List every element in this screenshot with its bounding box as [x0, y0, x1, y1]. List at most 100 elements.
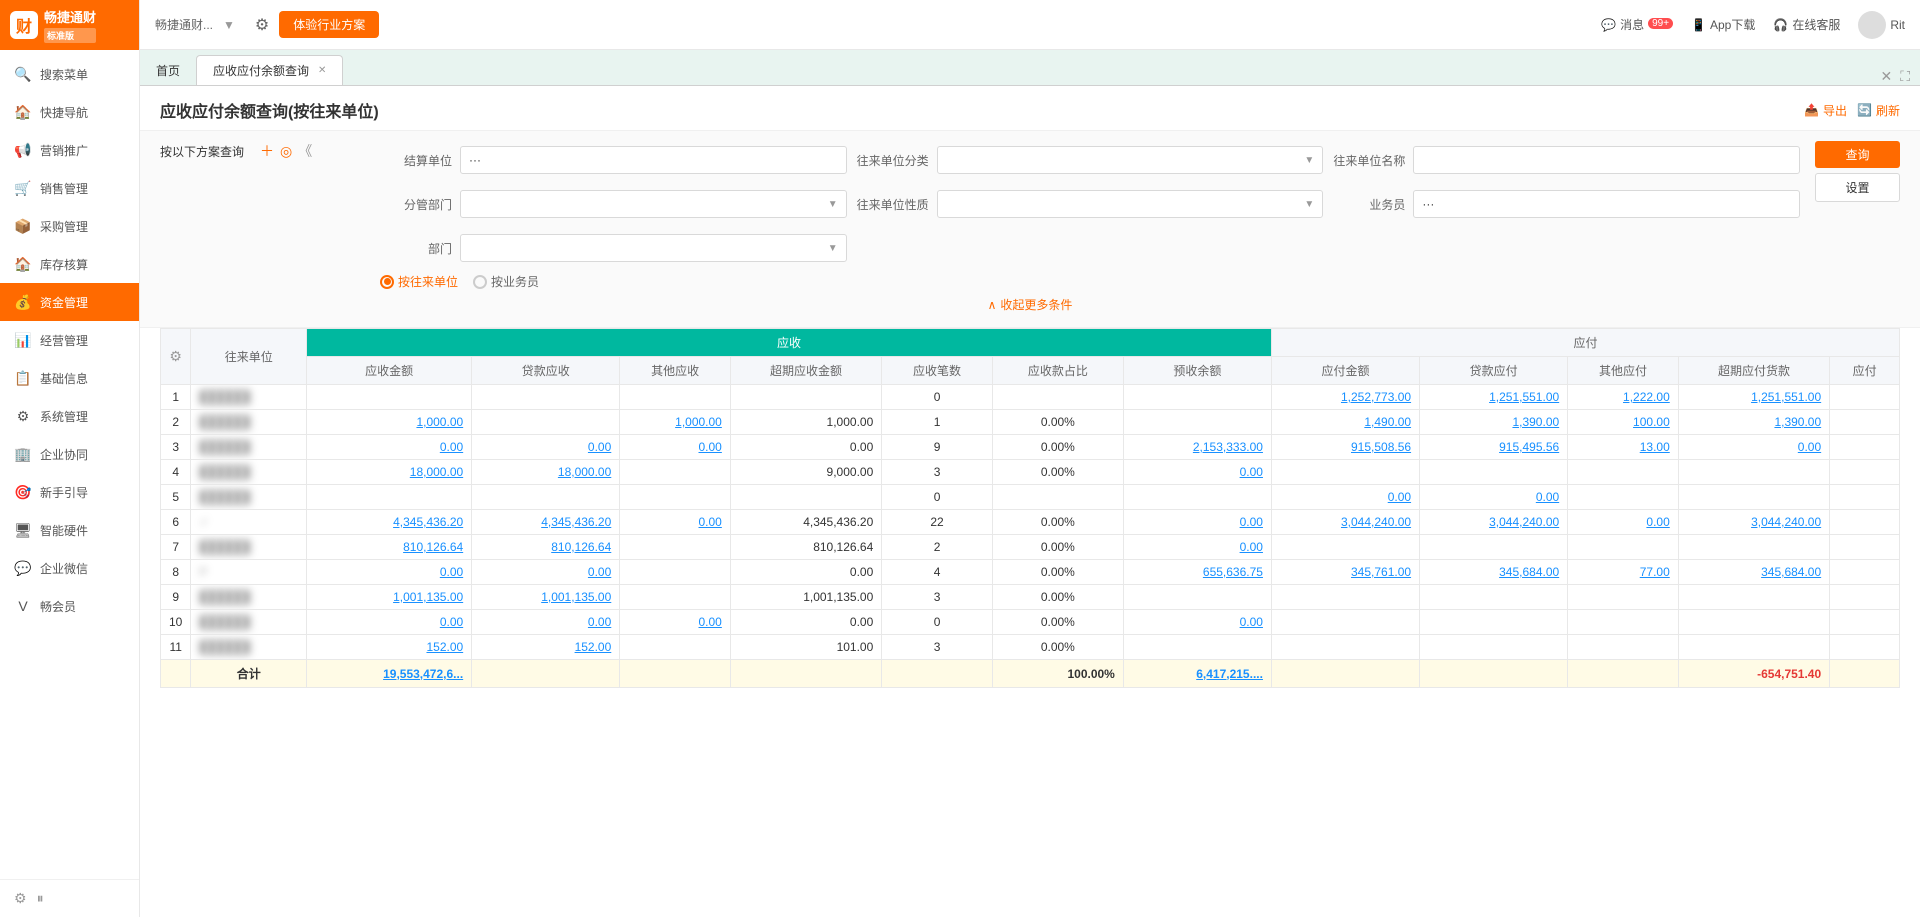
sales-icon: 🛒: [14, 179, 32, 197]
tab-home[interactable]: 首页: [140, 55, 196, 85]
col-ap-overdue: 超期应付货款: [1678, 357, 1829, 385]
tab-maximize-icon[interactable]: ⛶: [1900, 68, 1910, 85]
total-ap-overdue: -654,751.40: [1678, 660, 1829, 688]
tab-close-window-icon[interactable]: ✕: [1880, 68, 1892, 85]
member-icon: V: [14, 597, 32, 615]
app-label: App下载: [1710, 16, 1755, 33]
partner-name-field: 往来单位名称: [1333, 141, 1800, 179]
partner-nature-input[interactable]: ▼: [937, 190, 1324, 218]
base-info-icon: 📋: [14, 369, 32, 387]
topbar-actions: ⚙ 体验行业方案: [255, 11, 379, 38]
sidebar-label-hardware: 智能硬件: [40, 522, 88, 539]
message-btn[interactable]: 💬 消息 99+: [1601, 16, 1673, 33]
sidebar-item-system[interactable]: ⚙系统管理: [0, 397, 139, 435]
service-icon: 🎧: [1773, 18, 1788, 32]
sidebar-item-member[interactable]: V畅会员: [0, 587, 139, 625]
filter-by-partner[interactable]: 按往来单位: [380, 271, 458, 292]
salesperson-input[interactable]: ···: [1413, 190, 1800, 218]
app-download-btn[interactable]: 📱 App下载: [1691, 16, 1755, 33]
sidebar-item-weixin[interactable]: 💬企业微信: [0, 549, 139, 587]
sidebar-item-guide[interactable]: 🎯新手引导: [0, 473, 139, 511]
sidebar-item-base-info[interactable]: 📋基础信息: [0, 359, 139, 397]
table-row: 4██████18,000.0018,000.009,000.0030.00%0…: [161, 460, 1900, 485]
table-row: 9██████1,001,135.001,001,135.001,001,135…: [161, 585, 1900, 610]
sidebar-label-finance: 资金管理: [40, 294, 88, 311]
export-btn[interactable]: 📤 导出: [1804, 102, 1847, 119]
sidebar-item-enterprise[interactable]: 🏢企业协同: [0, 435, 139, 473]
sidebar-item-marketing[interactable]: 📢营销推广: [0, 131, 139, 169]
col-ap-group: 应付: [1271, 329, 1899, 357]
col-partner-header: 往来单位: [191, 329, 307, 385]
trial-btn[interactable]: 体验行业方案: [279, 11, 379, 38]
table-row: 2██████1,000.001,000.001,000.0010.00%1,4…: [161, 410, 1900, 435]
query-btn[interactable]: 查询: [1815, 141, 1900, 168]
table-row: 10██████0.000.000.000.0000.00%0.00: [161, 610, 1900, 635]
refresh-btn[interactable]: 🔄 刷新: [1857, 102, 1900, 119]
main-content: 畅捷通财... ▼ ⚙ 体验行业方案 💬 消息 99+ 📱 App下载 🎧 在: [140, 0, 1920, 917]
sidebar-item-sales[interactable]: 🛒销售管理: [0, 169, 139, 207]
jiesuan-unit-input[interactable]: ···: [460, 146, 847, 174]
total-ar-ratio: 100.00%: [992, 660, 1123, 688]
sidebar-settings-btn[interactable]: ⚙: [14, 890, 27, 907]
tab-home-label: 首页: [156, 62, 180, 79]
sidebar-item-operations[interactable]: 📊经营管理: [0, 321, 139, 359]
sidebar-footer: ⚙ ⏸: [0, 879, 139, 917]
total-ar-amount[interactable]: 19,553,472,6...: [307, 660, 472, 688]
message-badge: 99+: [1648, 18, 1673, 29]
sidebar-label-enterprise: 企业协同: [40, 446, 88, 463]
total-prepay[interactable]: 6,417,215....: [1123, 660, 1271, 688]
add-filter-btn[interactable]: ＋: [260, 141, 274, 161]
collapse-btn[interactable]: ∧ 收起更多条件: [988, 296, 1073, 313]
collapse-filter-btn[interactable]: 《: [298, 141, 312, 161]
partner-name-input[interactable]: [1413, 146, 1800, 174]
page-header-actions: 📤 导出 🔄 刷新: [1804, 102, 1900, 119]
inventory-icon: 🏠: [14, 255, 32, 273]
settings-btn[interactable]: 设置: [1815, 173, 1900, 202]
sidebar-label-system: 系统管理: [40, 408, 88, 425]
sidebar-item-inventory[interactable]: 🏠 库存核算: [0, 245, 139, 283]
tab-ar-ap-close[interactable]: ✕: [318, 65, 326, 76]
hardware-icon: 🖥: [14, 521, 32, 539]
total-label-empty: [161, 660, 191, 688]
sidebar-item-quick-nav[interactable]: 🏠 快捷导航: [0, 93, 139, 131]
message-icon: 💬: [1601, 18, 1616, 32]
topbar-dropdown-icon[interactable]: ▼: [223, 18, 235, 32]
col-ar-ratio: 应收款占比: [992, 357, 1123, 385]
sidebar-collapse-btn[interactable]: ⏸: [37, 890, 44, 907]
data-table: ⚙ 往来单位 应收 应付 应收金额 贷款应收 其他应收 超期应收金额 应收笔数: [160, 328, 1900, 688]
filter-partner-label: 按往来单位: [398, 273, 458, 290]
sidebar-label-inventory: 库存核算: [40, 256, 88, 273]
sidebar-item-search-menu[interactable]: 🔍搜索菜单: [0, 55, 139, 93]
fenguan-dept-input[interactable]: ▼: [460, 190, 847, 218]
logo-icon: 财: [10, 11, 38, 39]
col-ar-group: 应收: [307, 329, 1272, 357]
sidebar-label-quick-nav: 快捷导航: [40, 104, 88, 121]
col-prepay: 预收余额: [1123, 357, 1271, 385]
col-ap-last: 应付: [1830, 357, 1900, 385]
sidebar-item-purchase[interactable]: 📦采购管理: [0, 207, 139, 245]
col-ap-amount: 应付金额: [1271, 357, 1419, 385]
table-row: 6✓4,345,436.204,345,436.200.004,345,436.…: [161, 510, 1900, 535]
logo-text: 畅捷通财: [44, 7, 96, 26]
dept-input[interactable]: ▼: [460, 234, 847, 262]
topbar-gear-icon[interactable]: ⚙: [255, 15, 269, 35]
sidebar-item-hardware[interactable]: 🖥 智能硬件: [0, 511, 139, 549]
user-area[interactable]: Rit: [1858, 11, 1905, 39]
user-avatar: [1858, 11, 1886, 39]
quick-nav-icon: 🏠: [14, 103, 32, 121]
table-row: 1██████01,252,773.001,251,551.001,222.00…: [161, 385, 1900, 410]
tab-ar-ap[interactable]: 应收应付余额查询 ✕: [196, 55, 343, 85]
filter-by-salesperson[interactable]: 按业务员: [473, 271, 539, 292]
online-service-btn[interactable]: 🎧 在线客服: [1773, 16, 1840, 33]
search-icons: ＋ ◎ 《: [260, 141, 312, 161]
sidebar-item-finance[interactable]: 💰资金管理: [0, 283, 139, 321]
col-ap-loan: 贷款应付: [1420, 357, 1568, 385]
edit-filter-btn[interactable]: ◎: [280, 143, 292, 160]
service-label: 在线客服: [1792, 16, 1840, 33]
col-ap-other: 其他应付: [1568, 357, 1679, 385]
table-gear-icon[interactable]: ⚙: [169, 348, 182, 364]
page-header: 应收应付余额查询(按往来单位) 📤 导出 🔄 刷新: [140, 86, 1920, 131]
sidebar-label-marketing: 营销推广: [40, 142, 88, 159]
partner-category-input[interactable]: ▼: [937, 146, 1324, 174]
purchase-icon: 📦: [14, 217, 32, 235]
